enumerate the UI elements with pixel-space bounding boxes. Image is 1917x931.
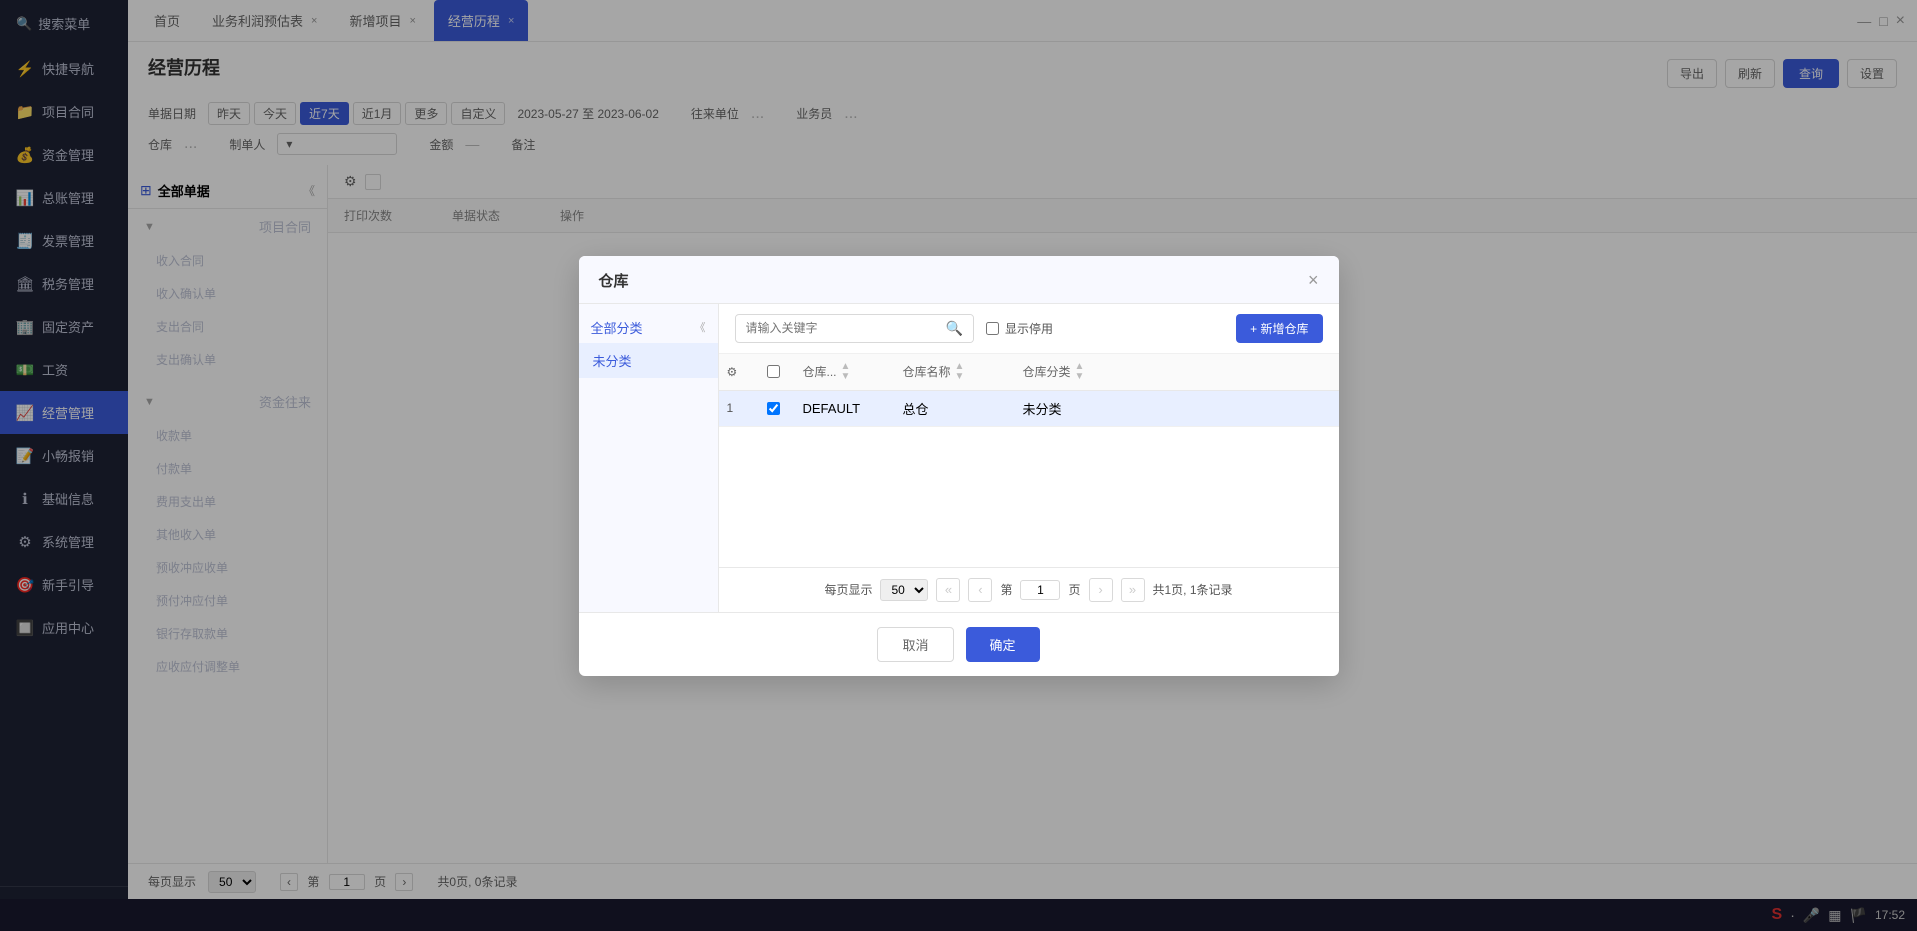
show-disabled-checkbox[interactable] xyxy=(986,322,999,335)
row-code: DEFAULT xyxy=(803,401,861,416)
row-settings-cell: 1 xyxy=(719,399,759,418)
show-disabled-area[interactable]: 显示停用 xyxy=(986,320,1053,337)
modal-table-header: ⚙ 仓库... ▲ ▼ 仓库名称 xyxy=(719,354,1339,391)
row-name: 总仓 xyxy=(903,399,929,418)
col-header-settings[interactable]: ⚙ xyxy=(719,362,759,382)
pagination-total-info: 共1页, 1条记录 xyxy=(1153,581,1233,598)
modal-page-size-select[interactable]: 50 xyxy=(880,579,928,601)
col-code-sort[interactable]: ▲ ▼ xyxy=(841,362,851,382)
sidebar-collapse-icon[interactable]: 《 xyxy=(695,319,706,335)
col-name-sort[interactable]: ▲ ▼ xyxy=(955,362,965,382)
last-page-button[interactable]: » xyxy=(1121,578,1145,602)
modal-main: 🔍 显示停用 + 新增仓库 ⚙ xyxy=(719,304,1339,612)
col-header-checkbox[interactable] xyxy=(759,362,795,382)
col-header-code: 仓库... ▲ ▼ xyxy=(795,362,895,382)
col-name-label: 仓库名称 xyxy=(903,363,951,380)
row-code-cell: DEFAULT xyxy=(795,399,895,418)
modal-sidebar: 全部分类 《 未分类 xyxy=(579,304,719,612)
table-row[interactable]: 1 DEFAULT 总仓 未分类 xyxy=(719,391,1339,427)
row-category: 未分类 xyxy=(1023,399,1062,418)
show-disabled-label: 显示停用 xyxy=(1005,320,1053,337)
row-checkbox[interactable] xyxy=(767,402,780,415)
page-suffix: 页 xyxy=(1068,581,1080,598)
modal-sidebar-uncategorized[interactable]: 未分类 xyxy=(579,343,718,378)
confirm-button[interactable]: 确定 xyxy=(966,627,1040,662)
all-categories-label: 全部分类 xyxy=(591,318,643,337)
col-code-label: 仓库... xyxy=(803,363,837,380)
page-number-input[interactable] xyxy=(1020,580,1060,600)
modal-title: 仓库 xyxy=(599,270,629,291)
cancel-button[interactable]: 取消 xyxy=(877,627,953,662)
col-settings-icon: ⚙ xyxy=(727,365,738,379)
prev-page-button[interactable]: ‹ xyxy=(968,578,992,602)
modal-search-input[interactable] xyxy=(736,316,936,340)
modal-search-box[interactable]: 🔍 xyxy=(735,314,974,343)
page-label: 第 xyxy=(1000,581,1012,598)
modal-actions: 取消 确定 xyxy=(579,612,1339,676)
col-header-category: 仓库分类 ▲ ▼ xyxy=(1015,362,1135,382)
add-warehouse-button[interactable]: + 新增仓库 xyxy=(1236,314,1322,343)
warehouse-modal: 仓库 × 全部分类 《 未分类 🔍 xyxy=(579,256,1339,676)
modal-sidebar-all-categories[interactable]: 全部分类 《 xyxy=(579,312,718,343)
modal-search-button[interactable]: 🔍 xyxy=(936,315,973,342)
col-category-label: 仓库分类 xyxy=(1023,363,1071,380)
uncategorized-label: 未分类 xyxy=(593,354,632,369)
col-header-name: 仓库名称 ▲ ▼ xyxy=(895,362,1015,382)
modal-close-button[interactable]: × xyxy=(1308,271,1319,289)
modal-pagination: 每页显示 50 « ‹ 第 页 › » 共1页, 1条记录 xyxy=(719,567,1339,612)
row-category-cell: 未分类 xyxy=(1015,399,1135,418)
first-page-button[interactable]: « xyxy=(936,578,960,602)
row-name-cell: 总仓 xyxy=(895,399,1015,418)
row-checkbox-cell[interactable] xyxy=(759,399,795,418)
row-index: 1 xyxy=(727,401,734,415)
table-select-all[interactable] xyxy=(767,365,780,378)
next-page-button[interactable]: › xyxy=(1089,578,1113,602)
page-size-label: 每页显示 xyxy=(824,581,872,598)
col-category-sort[interactable]: ▲ ▼ xyxy=(1075,362,1085,382)
modal-toolbar: 🔍 显示停用 + 新增仓库 xyxy=(719,304,1339,354)
modal-body: 全部分类 《 未分类 🔍 显示停用 xyxy=(579,304,1339,612)
modal-header: 仓库 × xyxy=(579,256,1339,304)
modal-table: ⚙ 仓库... ▲ ▼ 仓库名称 xyxy=(719,354,1339,567)
